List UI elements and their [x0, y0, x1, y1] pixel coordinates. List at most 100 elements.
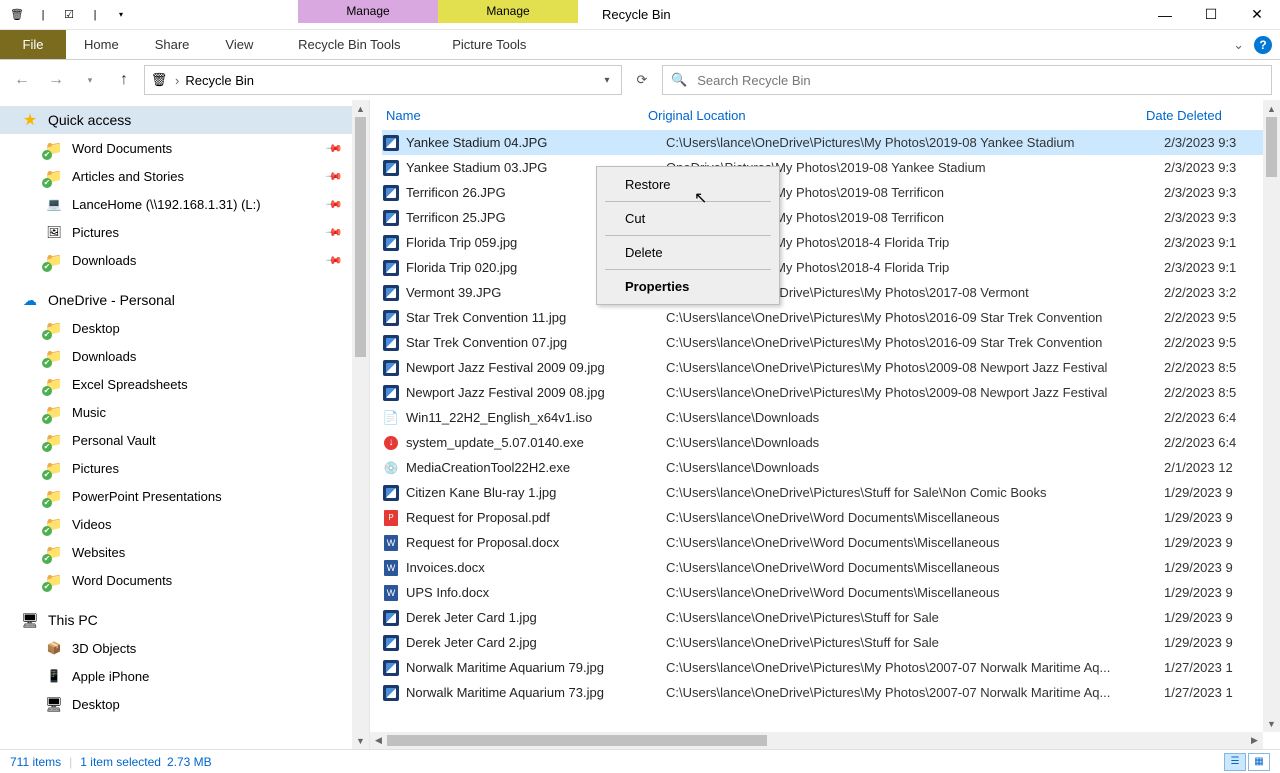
search-input[interactable]: 🔍 Search Recycle Bin [662, 65, 1272, 95]
main-scrollbar-vertical[interactable]: ▲ ▼ [1263, 100, 1280, 732]
file-row[interactable]: Star Trek Convention 07.jpgC:\Users\lanc… [382, 330, 1280, 355]
help-icon[interactable]: ? [1254, 36, 1272, 54]
sidebar-onedrive[interactable]: OneDrive - Personal [0, 286, 369, 314]
ribbon-tab-share[interactable]: Share [137, 30, 208, 59]
sidebar-item-label: Pictures [72, 461, 119, 476]
navigation-pane[interactable]: ★ Quick access Word Documents📌Articles a… [0, 100, 370, 749]
file-row[interactable]: Newport Jazz Festival 2009 09.jpgC:\User… [382, 355, 1280, 380]
sidebar-item[interactable]: Videos [0, 510, 369, 538]
maximize-button[interactable]: ☐ [1188, 0, 1234, 29]
address-bar[interactable]: 🗑 › Recycle Bin ▾ [144, 65, 622, 95]
back-button[interactable]: ← [8, 66, 36, 94]
scroll-down-icon[interactable]: ▼ [352, 732, 369, 749]
pin-icon: 📌 [325, 251, 344, 270]
sidebar-item[interactable]: Desktop [0, 690, 369, 718]
view-thumbnails-button[interactable]: ▦ [1248, 753, 1270, 771]
column-name[interactable]: Name [386, 108, 648, 123]
file-row[interactable]: Star Trek Convention 11.jpgC:\Users\lanc… [382, 305, 1280, 330]
scroll-up-icon[interactable]: ▲ [1263, 100, 1280, 117]
sidebar-item[interactable]: PowerPoint Presentations [0, 482, 369, 510]
ribbon-tab-recycle-bin-tools[interactable]: Recycle Bin Tools [279, 30, 419, 59]
file-row[interactable]: UPS Info.docxC:\Users\lance\OneDrive\Wor… [382, 580, 1280, 605]
scroll-down-icon[interactable]: ▼ [1263, 715, 1280, 732]
file-row[interactable]: Yankee Stadium 03.JPGOneDrive\Pictures\M… [382, 155, 1280, 180]
file-row[interactable]: Derek Jeter Card 1.jpgC:\Users\lance\One… [382, 605, 1280, 630]
sidebar-item[interactable]: Word Documents [0, 566, 369, 594]
sidebar-scrollbar[interactable]: ▲ ▼ [352, 100, 369, 749]
file-row[interactable]: Request for Proposal.pdfC:\Users\lance\O… [382, 505, 1280, 530]
sidebar-item[interactable]: Word Documents📌 [0, 134, 369, 162]
breadcrumb-location[interactable]: Recycle Bin [185, 73, 597, 88]
sidebar-item[interactable]: Desktop [0, 314, 369, 342]
scroll-up-icon[interactable]: ▲ [352, 100, 369, 117]
ribbon-tab-picture-tools[interactable]: Picture Tools [419, 30, 559, 59]
scroll-right-icon[interactable]: ▶ [1246, 732, 1263, 749]
ribbon-tab-home[interactable]: Home [66, 30, 137, 59]
ribbon-tab-view[interactable]: View [207, 30, 271, 59]
file-row[interactable]: Terrificon 26.JPGOneDrive\Pictures\My Ph… [382, 180, 1280, 205]
file-row[interactable]: Win11_22H2_English_x64v1.isoC:\Users\lan… [382, 405, 1280, 430]
sidebar-item[interactable]: Downloads📌 [0, 246, 369, 274]
sidebar-item[interactable]: Personal Vault [0, 426, 369, 454]
file-tab[interactable]: File [0, 30, 66, 59]
file-row[interactable]: Newport Jazz Festival 2009 08.jpgC:\User… [382, 380, 1280, 405]
up-button[interactable]: ↑ [110, 66, 138, 94]
scroll-thumb[interactable] [355, 117, 366, 357]
context-menu-cut[interactable]: Cut [597, 205, 779, 232]
file-row[interactable]: Request for Proposal.docxC:\Users\lance\… [382, 530, 1280, 555]
refresh-button[interactable]: ⟳ [628, 72, 656, 88]
file-row[interactable]: Norwalk Maritime Aquarium 79.jpgC:\Users… [382, 655, 1280, 680]
scroll-left-icon[interactable]: ◀ [370, 732, 387, 749]
sidebar-item[interactable]: Pictures [0, 454, 369, 482]
file-name: Norwalk Maritime Aquarium 79.jpg [406, 660, 666, 675]
pc-icon [20, 612, 40, 628]
context-menu-delete[interactable]: Delete [597, 239, 779, 266]
file-row[interactable]: Derek Jeter Card 2.jpgC:\Users\lance\One… [382, 630, 1280, 655]
sidebar-item[interactable]: Pictures📌 [0, 218, 369, 246]
sidebar-item-label: Word Documents [72, 141, 172, 156]
sidebar-item[interactable]: Music [0, 398, 369, 426]
close-button[interactable]: ✕ [1234, 0, 1280, 29]
sidebar-item[interactable]: Apple iPhone [0, 662, 369, 690]
scroll-thumb[interactable] [387, 735, 767, 746]
sidebar-item[interactable]: Websites [0, 538, 369, 566]
sidebar-item[interactable]: LanceHome (\\192.168.1.31) (L:)📌 [0, 190, 369, 218]
column-headers[interactable]: Name Original Location Date Deleted [370, 100, 1280, 130]
address-dropdown-icon[interactable]: ▾ [597, 75, 617, 86]
file-row[interactable]: Florida Trip 059.jpgOneDrive\Pictures\My… [382, 230, 1280, 255]
column-date-deleted[interactable]: Date Deleted [1146, 108, 1280, 123]
file-row[interactable]: Florida Trip 020.jpgOneDrive\Pictures\My… [382, 255, 1280, 280]
sidebar-quick-access[interactable]: ★ Quick access [0, 106, 369, 134]
context-menu-properties[interactable]: Properties [597, 273, 779, 300]
file-row[interactable]: Vermont 39.JPGC:\Users\lance\OneDrive\Pi… [382, 280, 1280, 305]
file-row[interactable]: Norwalk Maritime Aquarium 73.jpgC:\Users… [382, 680, 1280, 705]
sidebar-item[interactable]: 3D Objects [0, 634, 369, 662]
file-row[interactable]: Terrificon 25.JPGOneDrive\Pictures\My Ph… [382, 205, 1280, 230]
file-row[interactable]: Citizen Kane Blu-ray 1.jpgC:\Users\lance… [382, 480, 1280, 505]
sidebar-item[interactable]: Excel Spreadsheets [0, 370, 369, 398]
recent-locations-icon[interactable]: ▾ [76, 66, 104, 94]
sidebar-item[interactable]: Downloads [0, 342, 369, 370]
file-row[interactable]: system_update_5.07.0140.exeC:\Users\lanc… [382, 430, 1280, 455]
recycle-bin-icon[interactable]: 🗑 [6, 4, 28, 26]
file-icon [382, 634, 400, 652]
file-icon [382, 234, 400, 252]
sidebar-item[interactable]: Articles and Stories📌 [0, 162, 369, 190]
scroll-thumb[interactable] [1266, 117, 1277, 177]
ribbon-expand-icon[interactable]: ⌄ [1233, 37, 1244, 53]
view-details-button[interactable]: ☰ [1224, 753, 1246, 771]
minimize-button[interactable]: — [1142, 0, 1188, 29]
properties-qat-icon[interactable]: ☑ [58, 4, 80, 26]
main-scrollbar-horizontal[interactable]: ◀ ▶ [370, 732, 1263, 749]
file-row[interactable]: Invoices.docxC:\Users\lance\OneDrive\Wor… [382, 555, 1280, 580]
file-row[interactable]: MediaCreationTool22H2.exeC:\Users\lance\… [382, 455, 1280, 480]
forward-button[interactable]: → [42, 66, 70, 94]
device-icon [44, 696, 64, 712]
qat-customize-icon[interactable]: ▾ [110, 4, 132, 26]
file-name: Derek Jeter Card 2.jpg [406, 635, 666, 650]
context-menu-restore[interactable]: Restore [597, 171, 779, 198]
folder-icon [44, 376, 64, 392]
sidebar-this-pc[interactable]: This PC [0, 606, 369, 634]
file-row[interactable]: Yankee Stadium 04.JPGC:\Users\lance\OneD… [382, 130, 1280, 155]
column-original-location[interactable]: Original Location [648, 108, 1146, 123]
